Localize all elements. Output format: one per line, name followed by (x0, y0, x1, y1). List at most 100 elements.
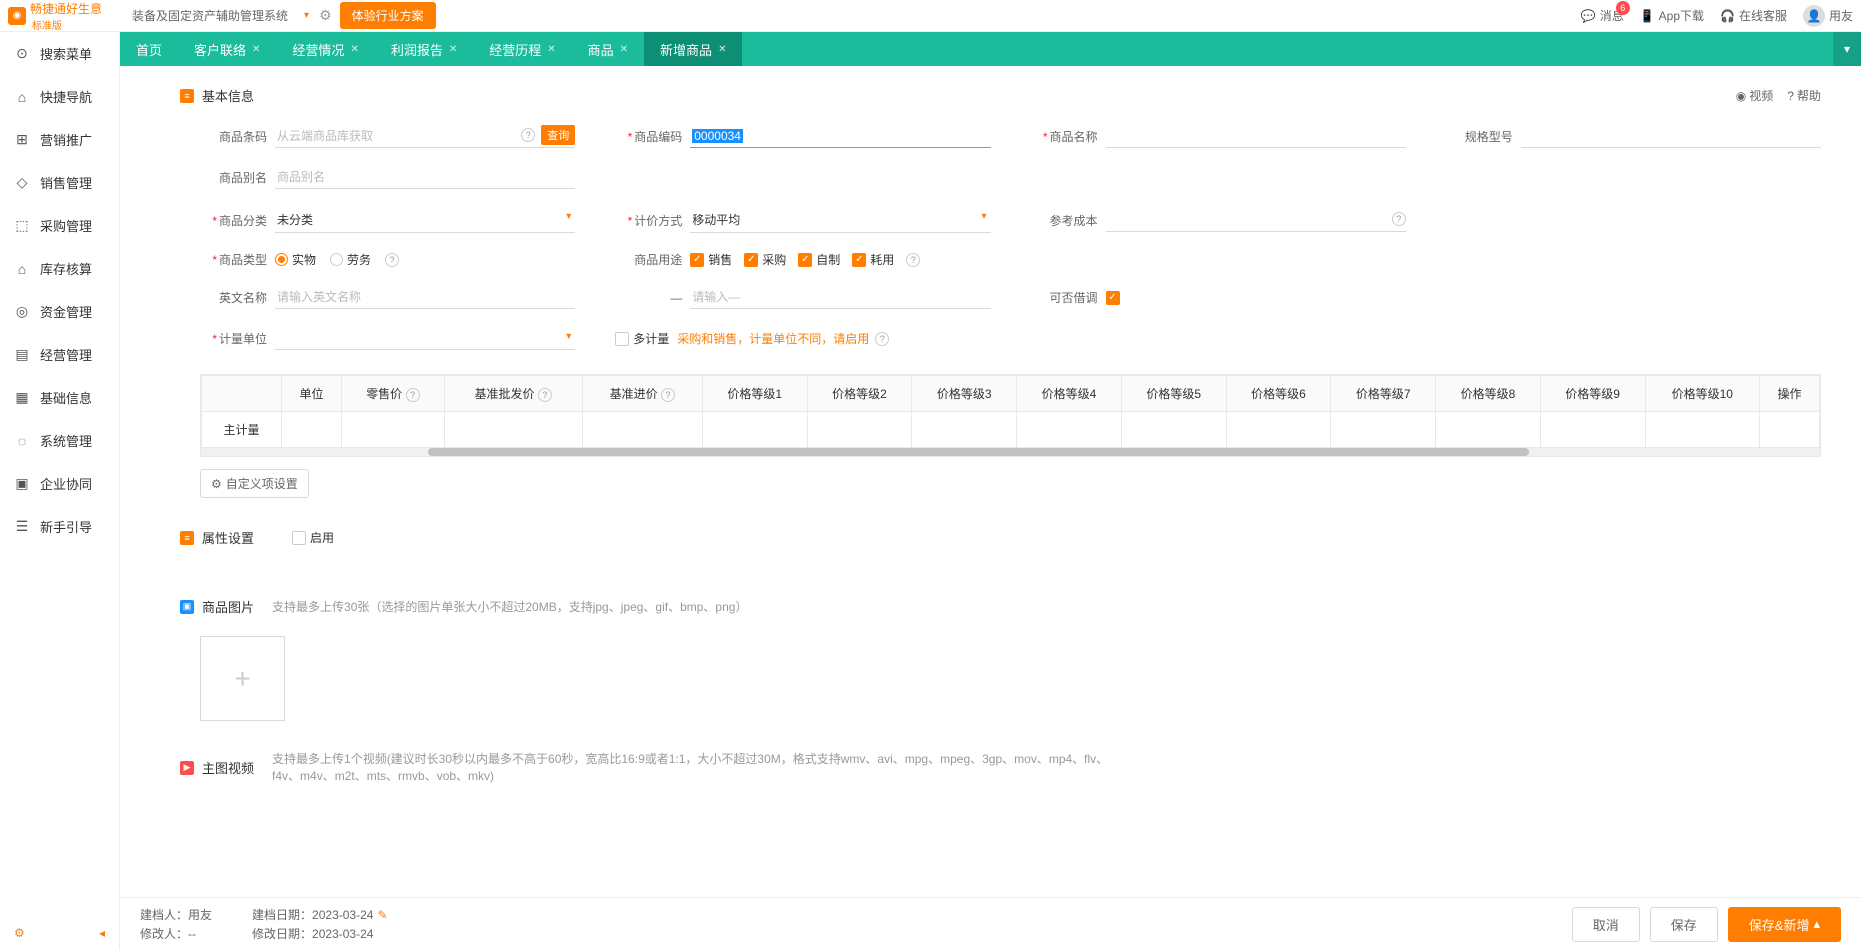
help-icon[interactable]: ? (875, 332, 889, 346)
square-icon: ▣ (14, 475, 30, 492)
video-section-icon: ▶ (180, 761, 194, 775)
help-icon[interactable]: ? (385, 253, 399, 267)
sidebar-item-system[interactable]: ◌系统管理 (0, 419, 119, 462)
video-note: 支持最多上传1个视频(建议时长30秒以内最多不高于60秒，宽高比16:9或者1:… (272, 751, 1122, 785)
barcode-label: 商品条码 (200, 128, 275, 145)
sidebar-item-enterprise[interactable]: ▣企业协同 (0, 462, 119, 505)
close-icon[interactable]: ✕ (620, 44, 628, 55)
th-purchase: 基准进价 ? (582, 376, 702, 412)
modify-date-row: 修改日期：2023-03-24 (252, 925, 387, 942)
category-label: *商品分类 (200, 212, 275, 229)
phone-icon: 📱 (1640, 9, 1655, 23)
sidebar-item-marketing[interactable]: ⊞营销推广 (0, 118, 119, 161)
image-upload-button[interactable]: + (200, 636, 285, 721)
unit-select[interactable] (275, 327, 575, 350)
modifier-row: 修改人：-- (140, 925, 212, 942)
close-icon[interactable]: ✕ (547, 44, 555, 55)
sidebar-item-search[interactable]: ⊙搜索菜单 (0, 32, 119, 75)
borrow-checkbox[interactable]: ✓ (1106, 291, 1120, 305)
help-icon[interactable]: ? (406, 388, 420, 402)
code-input[interactable]: 0000034 (690, 125, 990, 148)
list-icon: ▤ (14, 346, 30, 363)
th-level9: 价格等级9 (1540, 376, 1645, 412)
custom-fields-button[interactable]: ⚙ 自定义项设置 (200, 469, 309, 498)
usage-self-checkbox[interactable]: ✓自制 (798, 251, 840, 268)
message-badge: 6 (1616, 1, 1630, 15)
usage-consume-checkbox[interactable]: ✓耗用 (852, 251, 894, 268)
spec-input[interactable] (1521, 125, 1821, 148)
spec-label: 规格型号 (1446, 128, 1521, 145)
logo: ◉ 畅捷通好生意 标准版 (8, 0, 102, 32)
tab-product[interactable]: 商品✕ (572, 32, 644, 66)
row-label: 主计量 (202, 412, 282, 448)
sidebar-item-inventory[interactable]: ⌂库存核算 (0, 247, 119, 290)
tabs-expand-button[interactable]: ▾ (1833, 32, 1861, 66)
close-icon[interactable]: ✕ (718, 44, 726, 55)
video-link[interactable]: ◉ 视频 (1736, 87, 1774, 104)
sidebar-item-funds[interactable]: ◎资金管理 (0, 290, 119, 333)
table-scrollbar[interactable] (201, 448, 1820, 456)
logo-text: 畅捷通好生意 (30, 0, 102, 17)
multi-unit-checkbox[interactable]: 多计量 (615, 330, 669, 347)
close-icon[interactable]: ✕ (252, 44, 260, 55)
sidebar-item-basic[interactable]: ▦基础信息 (0, 376, 119, 419)
table-row[interactable]: 主计量 (202, 412, 1820, 448)
save-button[interactable]: 保存 (1650, 907, 1718, 942)
tab-profit[interactable]: 利润报告✕ (375, 32, 473, 66)
tab-new-product[interactable]: 新增商品✕ (644, 32, 742, 66)
multi-unit-hint: 采购和销售，计量单位不同，请启用 (677, 330, 869, 347)
search-icon: ⊙ (14, 45, 30, 62)
tab-customer[interactable]: 客户联络✕ (178, 32, 276, 66)
save-new-button[interactable]: 保存&新增 ▴ (1728, 907, 1841, 942)
help-icon[interactable]: ? (1392, 212, 1406, 226)
type-radio-service[interactable]: 劳务 (330, 251, 371, 268)
help-icon[interactable]: ? (661, 388, 675, 402)
sidebar-item-sales[interactable]: ◇销售管理 (0, 161, 119, 204)
sidebar-item-purchase[interactable]: ⬚采购管理 (0, 204, 119, 247)
dash-input[interactable] (690, 286, 990, 309)
name-input[interactable] (1106, 125, 1406, 148)
menu-icon: ☰ (14, 518, 30, 535)
message-button[interactable]: 💬 消息 6 (1581, 7, 1624, 24)
chevron-down-icon: ▾ (304, 10, 309, 21)
sidebar-item-guide[interactable]: ☰新手引导 (0, 505, 119, 548)
tab-business[interactable]: 经营情况✕ (276, 32, 374, 66)
alias-input[interactable] (275, 166, 575, 189)
pricing-select[interactable]: 移动平均 (690, 207, 990, 233)
app-download-button[interactable]: 📱 App下载 (1640, 7, 1704, 24)
close-icon[interactable]: ✕ (350, 44, 358, 55)
edit-icon[interactable]: ✎ (377, 908, 387, 922)
usage-purchase-checkbox[interactable]: ✓采购 (744, 251, 786, 268)
type-radio-physical[interactable]: 实物 (275, 251, 316, 268)
logo-icon: ◉ (8, 7, 26, 25)
refcost-input[interactable] (1106, 209, 1406, 232)
table-icon: ▦ (14, 389, 30, 406)
user-menu[interactable]: 👤 用友 (1803, 5, 1853, 27)
settings-icon[interactable]: ⚙ (14, 926, 25, 940)
img-note: 支持最多上传30张（选择的图片单张大小不超过20MB，支持jpg、jpeg、gi… (272, 598, 747, 615)
system-selector[interactable]: 装备及固定资产辅助管理系统 ▾ ⚙ (132, 7, 332, 24)
sidebar-item-nav[interactable]: ⌂快捷导航 (0, 75, 119, 118)
help-link[interactable]: ? 帮助 (1787, 87, 1821, 104)
tab-history[interactable]: 经营历程✕ (473, 32, 571, 66)
borrow-label: 可否借调 (1031, 289, 1106, 306)
enable-checkbox[interactable]: 启用 (292, 529, 334, 546)
close-icon[interactable]: ✕ (449, 44, 457, 55)
sidebar-item-operation[interactable]: ▤经营管理 (0, 333, 119, 376)
circle-icon: ◌ (14, 433, 30, 449)
th-level4: 价格等级4 (1017, 376, 1122, 412)
cancel-button[interactable]: 取消 (1572, 907, 1640, 942)
experience-button[interactable]: 体验行业方案 (340, 2, 436, 29)
help-icon[interactable]: ? (538, 388, 552, 402)
english-input[interactable] (275, 286, 575, 309)
th-level1: 价格等级1 (702, 376, 807, 412)
usage-sale-checkbox[interactable]: ✓销售 (690, 251, 732, 268)
tab-home[interactable]: 首页 (120, 32, 178, 66)
query-button[interactable]: 查询 (541, 125, 575, 145)
category-select[interactable]: 未分类 (275, 207, 575, 233)
help-icon[interactable]: ? (906, 253, 920, 267)
online-service-button[interactable]: 🎧 在线客服 (1720, 7, 1787, 24)
headset-icon: 🎧 (1720, 9, 1735, 23)
collapse-icon[interactable]: ◂ (99, 926, 105, 940)
gear-icon[interactable]: ⚙ (319, 7, 332, 24)
